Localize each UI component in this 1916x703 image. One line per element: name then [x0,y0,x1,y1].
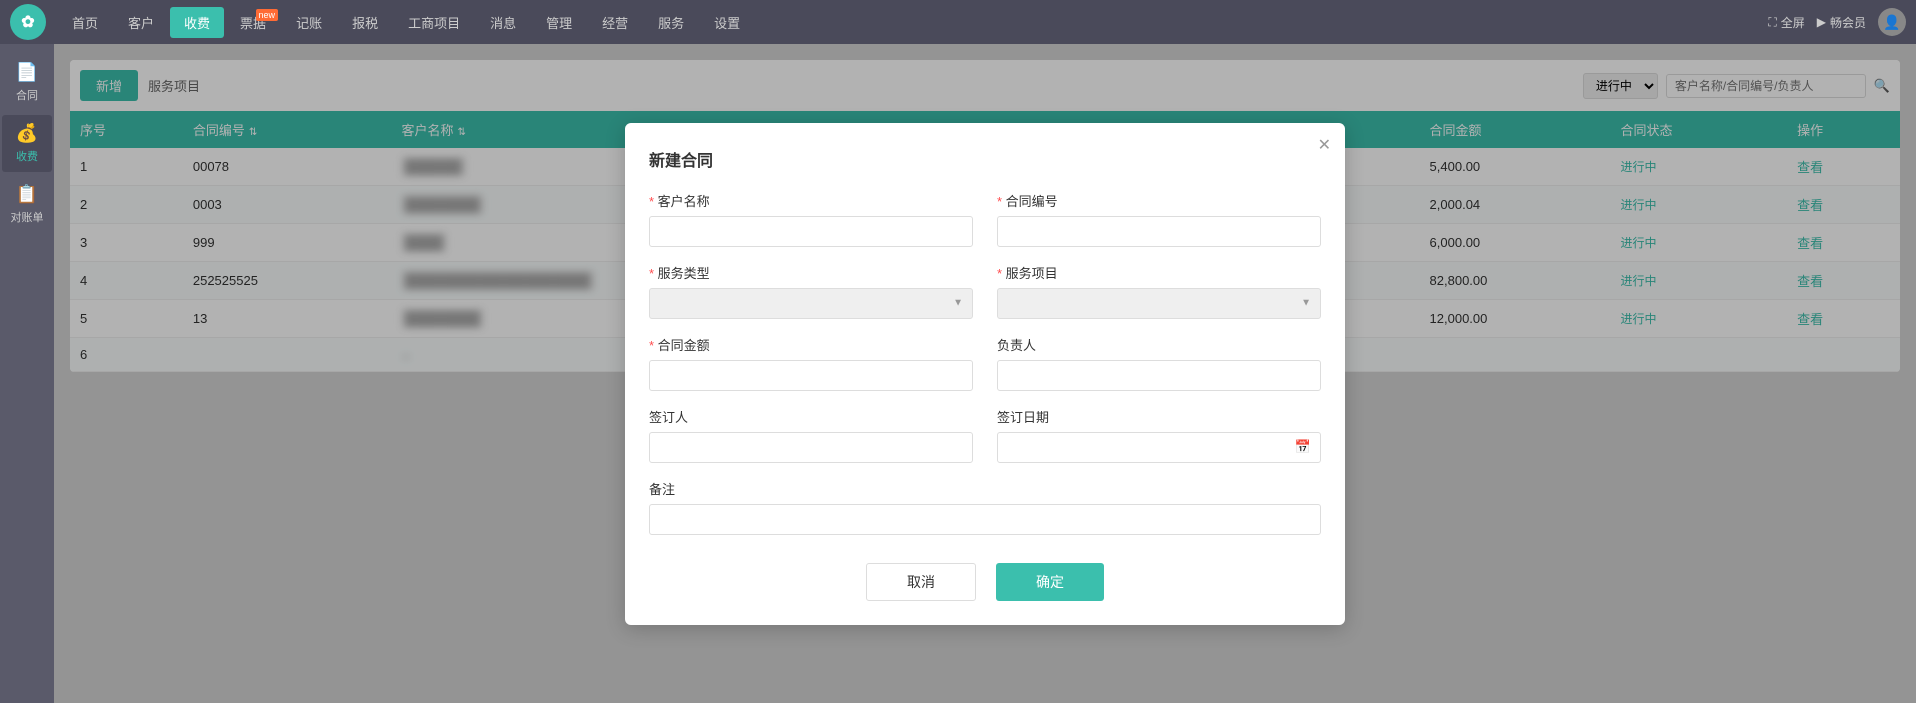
cancel-button[interactable]: 取消 [866,563,976,601]
new-badge: new [256,9,279,21]
nav-invoice[interactable]: 票据 new [226,7,280,38]
field-person-in-charge: 负责人 [997,335,1321,391]
label-remark: 备注 [649,479,1321,498]
app-logo: ✿ [10,4,46,40]
field-customer-name: 客户名称 [649,191,973,247]
modal-overlay: ✕ 新建合同 客户名称 合同编号 服务类型 [54,44,1916,703]
calendar-icon[interactable]: 📅 [1295,439,1311,455]
nav-service[interactable]: 服务 [644,7,698,38]
nav-items: 首页 客户 收费 票据 new 记账 报税 工商项目 消息 管理 经营 服务 设… [58,7,1768,38]
new-contract-modal: ✕ 新建合同 客户名称 合同编号 服务类型 [625,123,1345,625]
sidebar-item-statement[interactable]: 📋 对账单 [2,176,52,233]
field-service-type: 服务类型 [649,263,973,319]
label-service-type: 服务类型 [649,263,973,282]
label-person-in-charge: 负责人 [997,335,1321,354]
confirm-button[interactable]: 确定 [996,563,1104,601]
service-item-wrapper [997,288,1321,319]
main-layout: 📄 合同 💰 收费 📋 对账单 新增 服务项目 进行中 已完成 已终止 [0,44,1916,703]
left-sidebar: 📄 合同 💰 收费 📋 对账单 [0,44,54,703]
nav-right: ⛶ 全屏 ▶ 畅会员 👤 [1768,8,1906,36]
avatar[interactable]: 👤 [1878,8,1906,36]
field-signer: 签订人 [649,407,973,463]
field-service-item: 服务项目 [997,263,1321,319]
nav-manage[interactable]: 管理 [532,7,586,38]
label-sign-date: 签订日期 [997,407,1321,426]
nav-message[interactable]: 消息 [476,7,530,38]
label-amount: 合同金额 [649,335,973,354]
input-signer[interactable] [649,432,973,463]
input-sign-date[interactable]: 2023-06-06 [997,432,1321,463]
date-wrapper: 2023-06-06 📅 [997,432,1321,463]
label-service-item: 服务项目 [997,263,1321,282]
content-area: 新增 服务项目 进行中 已完成 已终止 🔍 序号 合同编号⇅ [54,44,1916,703]
billing-icon: 💰 [16,123,38,144]
nav-home[interactable]: 首页 [58,7,112,38]
sidebar-item-label-billing: 收费 [16,148,38,164]
logo-icon: ✿ [21,12,34,32]
select-service-item[interactable] [997,288,1321,319]
sidebar-item-billing[interactable]: 💰 收费 [2,115,52,172]
vip-button[interactable]: ▶ 畅会员 [1817,14,1866,31]
modal-title: 新建合同 [649,147,1321,171]
fullscreen-label: 全屏 [1781,14,1805,31]
sidebar-item-label-statement: 对账单 [11,209,44,225]
input-remark[interactable] [649,504,1321,535]
service-type-wrapper [649,288,973,319]
nav-billing[interactable]: 收费 [170,7,224,38]
nav-operation[interactable]: 经营 [588,7,642,38]
play-icon: ▶ [1817,15,1826,29]
input-customer-name[interactable] [649,216,973,247]
select-service-type[interactable] [649,288,973,319]
statement-icon: 📋 [16,184,38,205]
label-customer-name: 客户名称 [649,191,973,210]
field-amount: 合同金额 0.00 [649,335,973,391]
field-contract-no: 合同编号 [997,191,1321,247]
nav-tax[interactable]: 报税 [338,7,392,38]
vip-label: 畅会员 [1830,14,1866,31]
modal-close-button[interactable]: ✕ [1318,135,1331,155]
label-signer: 签订人 [649,407,973,426]
nav-biz[interactable]: 工商项目 [394,7,474,38]
field-remark: 备注 [649,479,1321,535]
sidebar-item-contract[interactable]: 📄 合同 [2,54,52,111]
top-nav: ✿ 首页 客户 收费 票据 new 记账 报税 工商项目 消息 管理 经营 服务… [0,0,1916,44]
fullscreen-button[interactable]: ⛶ 全屏 [1768,14,1804,31]
nav-settings[interactable]: 设置 [700,7,754,38]
label-contract-no: 合同编号 [997,191,1321,210]
field-sign-date: 签订日期 2023-06-06 📅 [997,407,1321,463]
modal-form: 客户名称 合同编号 服务类型 服务项目 [649,191,1321,535]
contract-icon: 📄 [16,62,38,83]
input-amount[interactable]: 0.00 [649,360,973,391]
nav-customer[interactable]: 客户 [114,7,168,38]
modal-footer: 取消 确定 [649,563,1321,601]
fullscreen-icon: ⛶ [1768,15,1776,30]
input-contract-no[interactable] [997,216,1321,247]
sidebar-item-label-contract: 合同 [16,87,38,103]
nav-bookkeeping[interactable]: 记账 [282,7,336,38]
input-person-in-charge[interactable] [997,360,1321,391]
